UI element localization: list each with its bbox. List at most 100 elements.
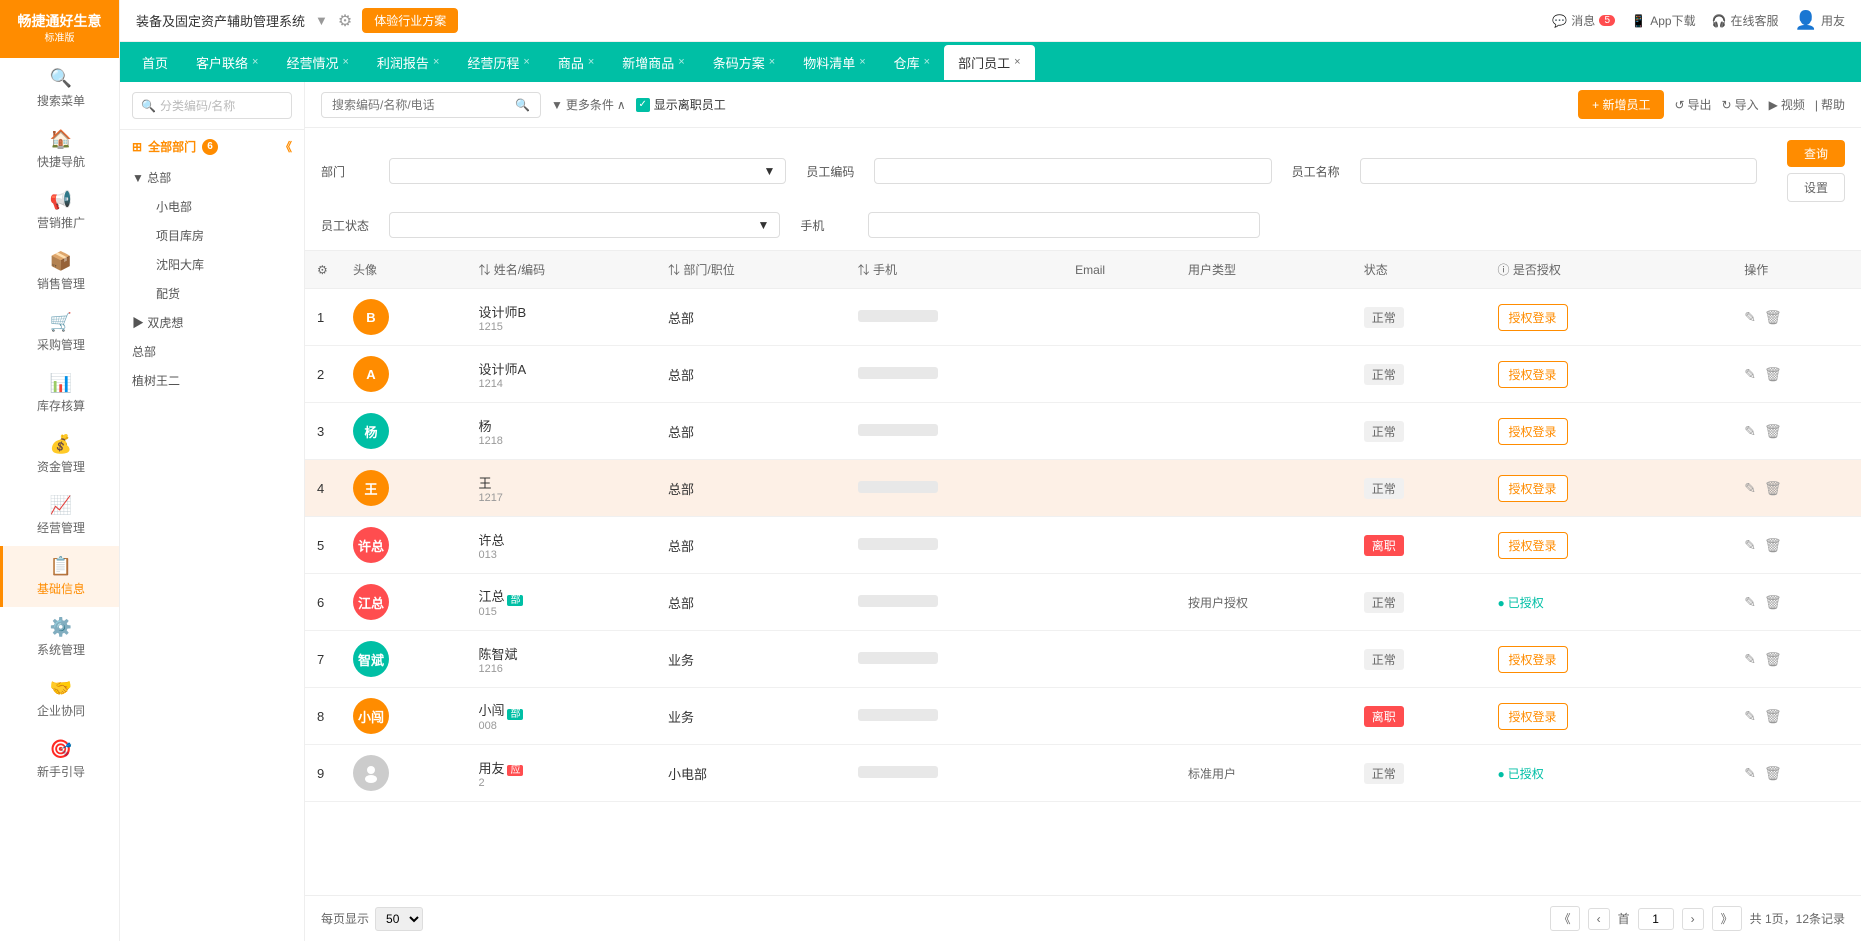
delete-button[interactable]: 🗑	[1764, 423, 1782, 440]
edit-button[interactable]: ✎	[1744, 309, 1756, 326]
delete-button[interactable]: 🗑	[1764, 765, 1782, 782]
online-service-item[interactable]: 🎧 在线客服	[1712, 12, 1779, 29]
edit-button[interactable]: ✎	[1744, 423, 1756, 440]
tab-barcode[interactable]: 条码方案 ×	[699, 45, 789, 80]
emp-status-select[interactable]: ▼	[389, 212, 780, 238]
employee-search-box[interactable]: 🔍	[321, 92, 541, 118]
sidebar-item-basics[interactable]: 📋 基础信息	[0, 546, 119, 607]
edit-button[interactable]: ✎	[1744, 537, 1756, 554]
dept-item-zongbu2[interactable]: 总部	[120, 337, 304, 366]
user-avatar-item[interactable]: 👤 用友	[1795, 10, 1845, 31]
auth-login-button[interactable]: 授权登录	[1498, 304, 1568, 331]
tab-dept-employees[interactable]: 部门员工 ×	[944, 45, 1034, 80]
delete-button[interactable]: 🗑	[1764, 651, 1782, 668]
close-icon[interactable]: ×	[859, 56, 865, 68]
close-icon[interactable]: ×	[523, 56, 529, 68]
close-icon[interactable]: ×	[342, 56, 348, 68]
tab-customer[interactable]: 客户联络 ×	[182, 45, 272, 80]
edit-button[interactable]: ✎	[1744, 480, 1756, 497]
sidebar-item-nav[interactable]: 🏠 快捷导航	[0, 119, 119, 180]
query-button[interactable]: 查询	[1787, 140, 1845, 167]
app-download-item[interactable]: 📱 App下载	[1631, 12, 1695, 29]
sidebar-item-marketing[interactable]: 📢 营销推广	[0, 180, 119, 241]
col-name[interactable]: ⇅ 姓名/编码	[466, 251, 656, 289]
import-button[interactable]: ↻ 导入	[1722, 96, 1759, 113]
dropdown-arrow-icon[interactable]: ▼	[315, 13, 328, 28]
delete-button[interactable]: 🗑	[1764, 366, 1782, 383]
last-page-button[interactable]: 》	[1712, 906, 1742, 931]
col-phone[interactable]: ⇅ 手机	[846, 251, 1063, 289]
delete-button[interactable]: 🗑	[1764, 537, 1782, 554]
sidebar-item-guide[interactable]: 🎯 新手引导	[0, 729, 119, 790]
edit-button[interactable]: ✎	[1744, 651, 1756, 668]
dept-filter-select[interactable]: ▼	[389, 158, 786, 184]
close-icon[interactable]: ×	[252, 56, 258, 68]
edit-button[interactable]: ✎	[1744, 366, 1756, 383]
col-dept[interactable]: ⇅ 部门/职位	[656, 251, 846, 289]
tab-bom[interactable]: 物料清单 ×	[789, 45, 879, 80]
sidebar-item-operations[interactable]: 📈 经营管理	[0, 485, 119, 546]
dept-item-shuanghu[interactable]: ▶ 双虎想	[120, 308, 304, 337]
dept-search-box[interactable]: 🔍 分类编码/名称	[132, 92, 292, 119]
edit-button[interactable]: ✎	[1744, 594, 1756, 611]
dept-item-zongbu[interactable]: ▼ 总部	[120, 163, 304, 192]
sidebar-item-finance[interactable]: 💰 资金管理	[0, 424, 119, 485]
auth-login-button[interactable]: 授权登录	[1498, 646, 1568, 673]
dept-item-xiaodianbU[interactable]: 小电部	[120, 192, 304, 221]
close-icon[interactable]: ×	[678, 56, 684, 68]
tab-home[interactable]: 首页	[128, 45, 182, 80]
auth-login-button[interactable]: 授权登录	[1498, 418, 1568, 445]
per-page-select[interactable]: 50	[375, 907, 423, 931]
delete-button[interactable]: 🗑	[1764, 708, 1782, 725]
auth-login-button[interactable]: 授权登录	[1498, 532, 1568, 559]
all-dept-header[interactable]: ⊞ 全部部门 6 《	[120, 130, 304, 163]
sidebar-item-purchase[interactable]: 🛒 采购管理	[0, 302, 119, 363]
settings-icon[interactable]: ⚙	[338, 11, 352, 31]
tab-new-goods[interactable]: 新增商品 ×	[608, 45, 698, 80]
reset-button[interactable]: 设置	[1787, 173, 1845, 202]
emp-code-input[interactable]	[874, 158, 1271, 184]
close-icon[interactable]: ×	[1014, 56, 1020, 68]
dept-item-zhishu[interactable]: 植树王二	[120, 366, 304, 395]
collapse-icon[interactable]: 《	[280, 138, 292, 155]
export-button[interactable]: ↺ 导出	[1674, 96, 1711, 113]
edit-button[interactable]: ✎	[1744, 708, 1756, 725]
show-resigned-toggle[interactable]: ✓ 显示离职员工	[636, 96, 726, 113]
trial-button[interactable]: 体验行业方案	[362, 8, 458, 33]
view-button[interactable]: ▶ 视频	[1769, 96, 1805, 113]
page-input[interactable]	[1638, 908, 1674, 930]
sidebar-item-collab[interactable]: 🤝 企业协同	[0, 668, 119, 729]
close-icon[interactable]: ×	[588, 56, 594, 68]
employee-search-input[interactable]	[332, 98, 509, 112]
phone-input[interactable]	[868, 212, 1259, 238]
edit-button[interactable]: ✎	[1744, 765, 1756, 782]
sidebar-item-search[interactable]: 🔍 搜索菜单	[0, 58, 119, 119]
tab-operations[interactable]: 经营情况 ×	[272, 45, 362, 80]
col-settings[interactable]: ⚙	[305, 251, 341, 289]
dept-item-shenyang[interactable]: 沈阳大库	[120, 250, 304, 279]
sidebar-item-sales[interactable]: 📦 销售管理	[0, 241, 119, 302]
close-icon[interactable]: ×	[924, 56, 930, 68]
delete-button[interactable]: 🗑	[1764, 309, 1782, 326]
sidebar-item-inventory[interactable]: 📊 库存核算	[0, 363, 119, 424]
prev-page-button[interactable]: ‹	[1588, 908, 1610, 930]
tab-history[interactable]: 经营历程 ×	[453, 45, 543, 80]
auth-login-button[interactable]: 授权登录	[1498, 361, 1568, 388]
delete-button[interactable]: 🗑	[1764, 594, 1782, 611]
next-page-button[interactable]: ›	[1682, 908, 1704, 930]
dept-item-peihuo[interactable]: 配货	[120, 279, 304, 308]
more-filter-btn[interactable]: ▼ 更多条件 ∧	[551, 96, 626, 113]
dept-item-project[interactable]: 项目库房	[120, 221, 304, 250]
sidebar-item-system[interactable]: ⚙️ 系统管理	[0, 607, 119, 668]
tab-warehouse[interactable]: 仓库 ×	[880, 45, 944, 80]
auth-login-button[interactable]: 授权登录	[1498, 475, 1568, 502]
first-page-button[interactable]: 《	[1550, 906, 1580, 931]
auth-login-button[interactable]: 授权登录	[1498, 703, 1568, 730]
help-button[interactable]: | 帮助	[1815, 96, 1845, 113]
tab-goods[interactable]: 商品 ×	[544, 45, 608, 80]
message-item[interactable]: 💬 消息 5	[1552, 12, 1615, 29]
add-employee-button[interactable]: + 新增员工	[1578, 90, 1664, 119]
delete-button[interactable]: 🗑	[1764, 480, 1782, 497]
tab-profit[interactable]: 利润报告 ×	[363, 45, 453, 80]
close-icon[interactable]: ×	[433, 56, 439, 68]
